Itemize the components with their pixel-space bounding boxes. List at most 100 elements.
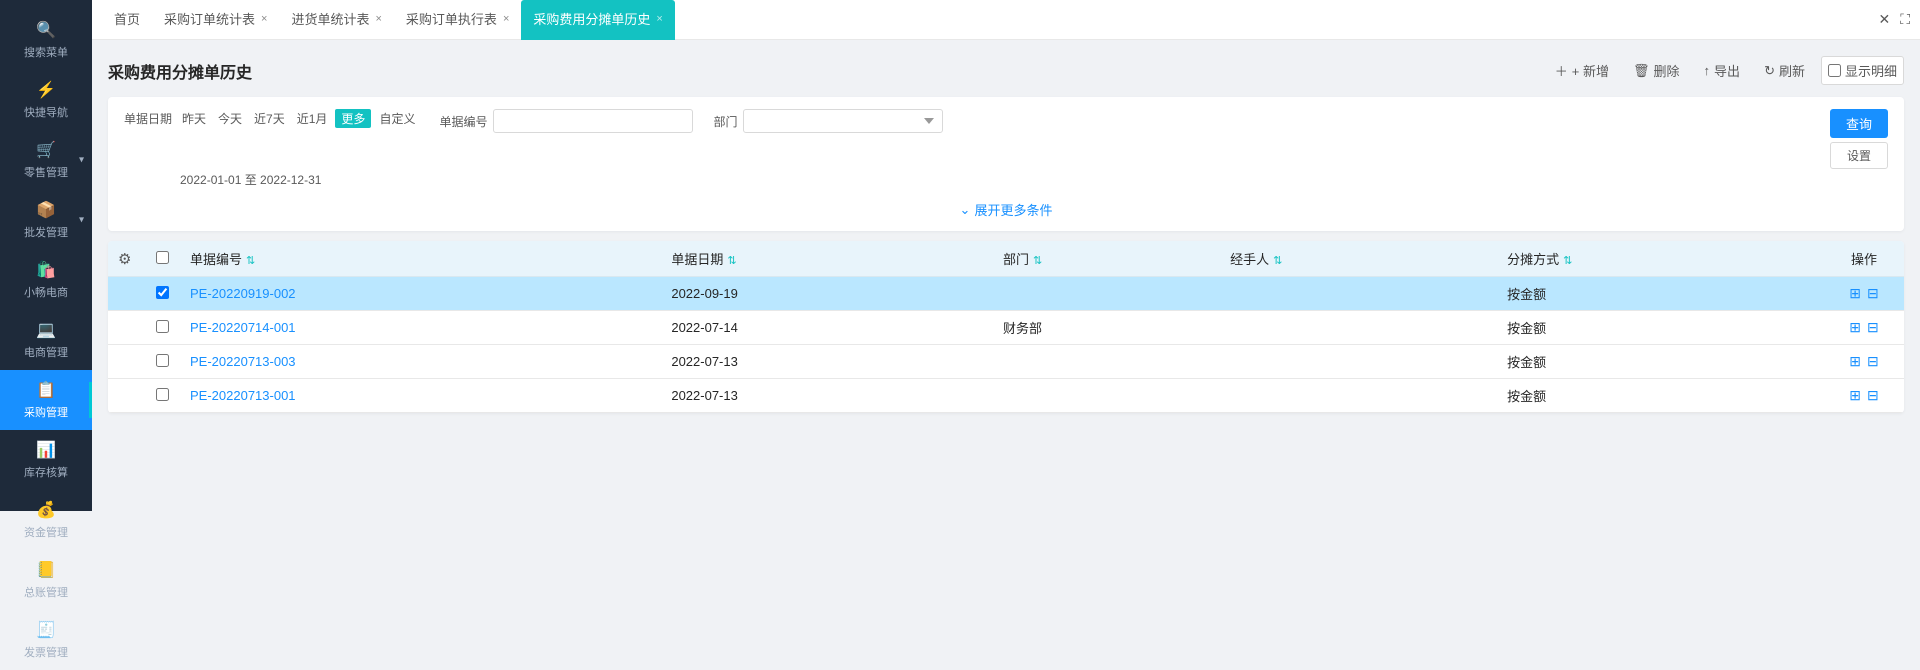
doc-no-input[interactable] [493, 109, 693, 133]
delete-button[interactable]: 🗑 删除 [1625, 57, 1688, 84]
show-cols-checkbox[interactable] [1828, 64, 1841, 77]
row-actions-2: ⊞⊟ [1824, 345, 1904, 379]
tab-close-inbound-stats[interactable]: × [375, 13, 381, 25]
col-header-settings[interactable]: ⚙ [108, 241, 144, 277]
filter-row-main: 单据日期 昨天 今天 近7天 近1月 更多 自定义 单据编号 [124, 109, 1888, 169]
col-header-doc_date[interactable]: 单据日期⇅ [661, 241, 993, 277]
table-settings-icon[interactable]: ⚙ [118, 251, 131, 268]
col-label-doc_no: 单据编号 [190, 252, 242, 267]
tab-close-purchase-order-exec[interactable]: × [503, 13, 509, 25]
refresh-button[interactable]: ↻ 刷新 [1756, 57, 1813, 84]
row-check-2[interactable] [156, 354, 169, 367]
tabs-container: 首页采购订单统计表×进货单统计表×采购订单执行表× 采购费用分摊单历史 × [102, 0, 675, 40]
row-check-1[interactable] [156, 320, 169, 333]
row-edit-icon-0[interactable]: ⊟ [1867, 285, 1879, 301]
sidebar-item-inventory[interactable]: 📊 库存核算 [0, 430, 92, 490]
row-actions-1: ⊞⊟ [1824, 311, 1904, 345]
row-settings-1 [108, 311, 144, 345]
row-view-icon-3[interactable]: ⊞ [1849, 387, 1861, 403]
search-button[interactable]: 查询 [1830, 109, 1888, 138]
sort-icon-split_method: ⇅ [1563, 255, 1572, 267]
row-check-3[interactable] [156, 388, 169, 401]
table-row: PE-20220713-0012022-07-13按金额⊞⊟ [108, 379, 1904, 413]
date-yesterday[interactable]: 昨天 [178, 109, 210, 128]
export-button[interactable]: ↑ 导出 [1696, 57, 1749, 84]
table-row: PE-20220919-0022022-09-19按金额⊞⊟ [108, 277, 1904, 311]
row-checkbox-0[interactable] [144, 277, 180, 311]
col-header-split_method[interactable]: 分摊方式⇅ [1497, 241, 1824, 277]
sidebar-item-ecommerce[interactable]: 💻电商管理 [0, 310, 92, 370]
sidebar-item-mini-shop[interactable]: 🛍️小畅电商 [0, 250, 92, 310]
expand-filter-button[interactable]: ⌄ 展开更多条件 [960, 200, 1053, 219]
tab-close-purchase-order-stats[interactable]: × [261, 13, 267, 25]
add-button[interactable]: ＋ + 新增 [1547, 57, 1617, 84]
dept-select[interactable] [743, 109, 943, 133]
date-today[interactable]: 今天 [214, 109, 246, 128]
filter-area: 单据日期 昨天 今天 近7天 近1月 更多 自定义 单据编号 [108, 97, 1904, 231]
sidebar-item-quick-nav[interactable]: ⚡快捷导航 [0, 70, 92, 130]
table-row: PE-20220713-0032022-07-13按金额⊞⊟ [108, 345, 1904, 379]
fullscreen-button[interactable]: ⛶ [1900, 11, 1910, 28]
sidebar-item-finance[interactable]: 💰资金管理 [0, 490, 92, 550]
row-checkbox-1[interactable] [144, 311, 180, 345]
main-area: 首页采购订单统计表×进货单统计表×采购订单执行表×采购费用分摊单历史× ✕ ⛶ … [92, 0, 1920, 511]
col-header-doc_no[interactable]: 单据编号⇅ [180, 241, 661, 277]
tab-close-purchase-cost-history[interactable]: × [656, 13, 662, 25]
table-header-row: ⚙单据编号⇅单据日期⇅部门⇅经手人⇅分摊方式⇅操作 [108, 241, 1904, 277]
doc-no-link-2[interactable]: PE-20220713-003 [190, 354, 296, 369]
row-split-method-1: 按金额 [1497, 311, 1824, 345]
sidebar-item-ledger[interactable]: 📒总账管理 [0, 550, 92, 610]
filter-settings-button[interactable]: 设置 [1830, 142, 1888, 169]
row-view-icon-2[interactable]: ⊞ [1849, 353, 1861, 369]
row-edit-icon-3[interactable]: ⊟ [1867, 387, 1879, 403]
row-checkbox-3[interactable] [144, 379, 180, 413]
sidebar-icon-inventory: 📊 [36, 440, 56, 460]
sidebar-item-retail[interactable]: 🛒零售管理 [0, 130, 92, 190]
row-settings-3 [108, 379, 144, 413]
date-shortcuts: 昨天 今天 近7天 近1月 更多 自定义 [178, 109, 419, 128]
row-edit-icon-2[interactable]: ⊟ [1867, 353, 1879, 369]
tab-purchase-cost-history[interactable]: 采购费用分摊单历史 × [521, 0, 674, 40]
show-cols-button[interactable]: 显示明细 [1821, 56, 1904, 85]
tab-purchase-order-exec[interactable]: 采购订单执行表× [394, 0, 521, 40]
row-edit-icon-1[interactable]: ⊟ [1867, 319, 1879, 335]
tab-purchase-order-stats[interactable]: 采购订单统计表× [152, 0, 279, 40]
sidebar-item-invoice[interactable]: 🧾发票管理 [0, 610, 92, 670]
date-range-display: 2022-01-01 至 2022-12-31 [180, 171, 1888, 188]
row-check-0[interactable] [156, 286, 169, 299]
date-custom[interactable]: 自定义 [375, 109, 419, 128]
col-header-handler[interactable]: 经手人⇅ [1220, 241, 1497, 277]
close-all-tabs-button[interactable]: ✕ [1878, 11, 1890, 28]
row-actions-0: ⊞⊟ [1824, 277, 1904, 311]
sidebar-label-purchase: 采购管理 [24, 404, 68, 420]
date-more[interactable]: 更多 [335, 109, 371, 128]
sidebar-item-wholesale[interactable]: 📦批发管理 [0, 190, 92, 250]
tab-inbound-stats[interactable]: 进货单统计表× [279, 0, 393, 40]
row-checkbox-2[interactable] [144, 345, 180, 379]
row-view-icon-1[interactable]: ⊞ [1849, 319, 1861, 335]
sidebar-icon-retail: 🛒 [36, 140, 56, 160]
doc-no-link-3[interactable]: PE-20220713-001 [190, 388, 296, 403]
row-view-icon-0[interactable]: ⊞ [1849, 285, 1861, 301]
date-7days[interactable]: 近7天 [250, 109, 289, 128]
select-all-checkbox[interactable] [156, 251, 169, 264]
tab-label-purchase-cost-history: 采购费用分摊单历史 [533, 9, 650, 28]
sidebar-icon-ecommerce: 💻 [36, 320, 56, 340]
tab-home[interactable]: 首页 [102, 0, 152, 40]
sidebar-item-purchase[interactable]: 📋采购管理 [0, 370, 92, 430]
row-handler-1 [1220, 311, 1497, 345]
col-header-dept[interactable]: 部门⇅ [993, 241, 1220, 277]
row-handler-3 [1220, 379, 1497, 413]
content-area: 采购费用分摊单历史 ＋ + 新增 🗑 删除 ↑ 导出 ↻ 刷新 [92, 40, 1920, 511]
date-filter-group: 单据日期 昨天 今天 近7天 近1月 更多 自定义 [124, 109, 419, 128]
date-1month[interactable]: 近1月 [293, 109, 332, 128]
doc-no-filter-group: 单据编号 [439, 109, 693, 133]
sidebar-label-inventory: 库存核算 [24, 464, 68, 480]
sidebar-item-search[interactable]: 🔍搜索菜单 [0, 10, 92, 70]
sidebar-label-quick-nav: 快捷导航 [24, 104, 68, 120]
filter-right-buttons: 查询 设置 [1830, 109, 1888, 169]
doc-no-link-0[interactable]: PE-20220919-002 [190, 286, 296, 301]
export-icon: ↑ [1704, 63, 1711, 78]
row-doc-no-0: PE-20220919-002 [180, 277, 661, 311]
doc-no-link-1[interactable]: PE-20220714-001 [190, 320, 296, 335]
